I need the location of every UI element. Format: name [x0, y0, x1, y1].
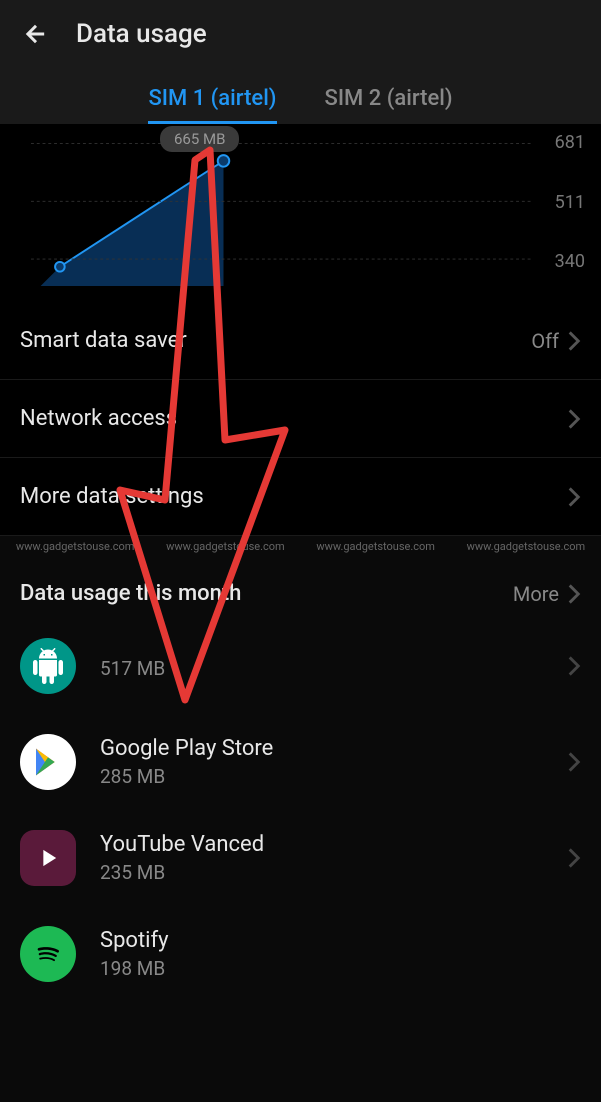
- watermark-bar: www.gadgetstouse.com www.gadgetstouse.co…: [0, 536, 601, 557]
- setting-label: Network access: [20, 406, 177, 431]
- chart-svg: [16, 132, 585, 286]
- setting-smart-data-saver[interactable]: Smart data saver Off: [0, 302, 601, 380]
- setting-label: Smart data saver: [20, 328, 187, 353]
- watermark-text: www.gadgetstouse.com: [166, 540, 285, 553]
- setting-more-data-settings[interactable]: More data settings: [0, 458, 601, 536]
- chart-value-badge: 665 MB: [160, 126, 239, 152]
- chevron-right-icon: [567, 752, 581, 772]
- usage-section-header: Data usage this month More: [0, 557, 601, 618]
- chart-y-axis: 681 511 340: [555, 132, 585, 272]
- setting-network-access[interactable]: Network access: [0, 380, 601, 458]
- watermark-text: www.gadgetstouse.com: [467, 540, 586, 553]
- sim-tabs: SIM 1 (airtel) SIM 2 (airtel): [0, 68, 601, 124]
- app-name: Spotify: [100, 928, 581, 953]
- play-store-icon: [20, 734, 76, 790]
- setting-value: Off: [531, 329, 559, 353]
- page-title: Data usage: [76, 19, 207, 49]
- chevron-right-icon: [567, 584, 581, 604]
- app-row-youtube-vanced[interactable]: YouTube Vanced 235 MB: [0, 810, 601, 906]
- y-tick: 340: [555, 251, 585, 272]
- more-label: More: [513, 582, 559, 606]
- chevron-right-icon: [567, 487, 581, 507]
- app-row-spotify[interactable]: Spotify 198 MB: [0, 906, 601, 1002]
- more-button[interactable]: More: [513, 582, 581, 606]
- watermark-text: www.gadgetstouse.com: [16, 540, 135, 553]
- header: Data usage: [0, 0, 601, 68]
- chevron-right-icon: [567, 656, 581, 676]
- chevron-right-icon: [567, 848, 581, 868]
- chevron-right-icon: [567, 331, 581, 351]
- app-row-android[interactable]: 517 MB: [0, 618, 601, 714]
- app-name: YouTube Vanced: [100, 832, 567, 857]
- settings-list: Smart data saver Off Network access More…: [0, 294, 601, 536]
- app-usage: 198 MB: [100, 957, 581, 980]
- data-usage-chart: 665 MB 681 511 340: [0, 124, 601, 294]
- arrow-left-icon: [22, 20, 50, 48]
- app-name: Google Play Store: [100, 736, 567, 761]
- usage-section-title: Data usage this month: [20, 581, 241, 606]
- spotify-icon: [20, 926, 76, 982]
- y-tick: 511: [555, 192, 585, 213]
- app-usage: 235 MB: [100, 861, 567, 884]
- back-button[interactable]: [20, 18, 52, 50]
- tab-sim2[interactable]: SIM 2 (airtel): [325, 86, 453, 124]
- tab-sim1[interactable]: SIM 1 (airtel): [148, 86, 276, 124]
- app-usage: 285 MB: [100, 765, 567, 788]
- android-icon: [20, 638, 76, 694]
- app-usage: 517 MB: [100, 657, 567, 680]
- setting-label: More data settings: [20, 484, 204, 509]
- chevron-right-icon: [567, 409, 581, 429]
- app-row-play-store[interactable]: Google Play Store 285 MB: [0, 714, 601, 810]
- youtube-vanced-icon: [20, 830, 76, 886]
- y-tick: 681: [555, 132, 585, 153]
- watermark-text: www.gadgetstouse.com: [316, 540, 435, 553]
